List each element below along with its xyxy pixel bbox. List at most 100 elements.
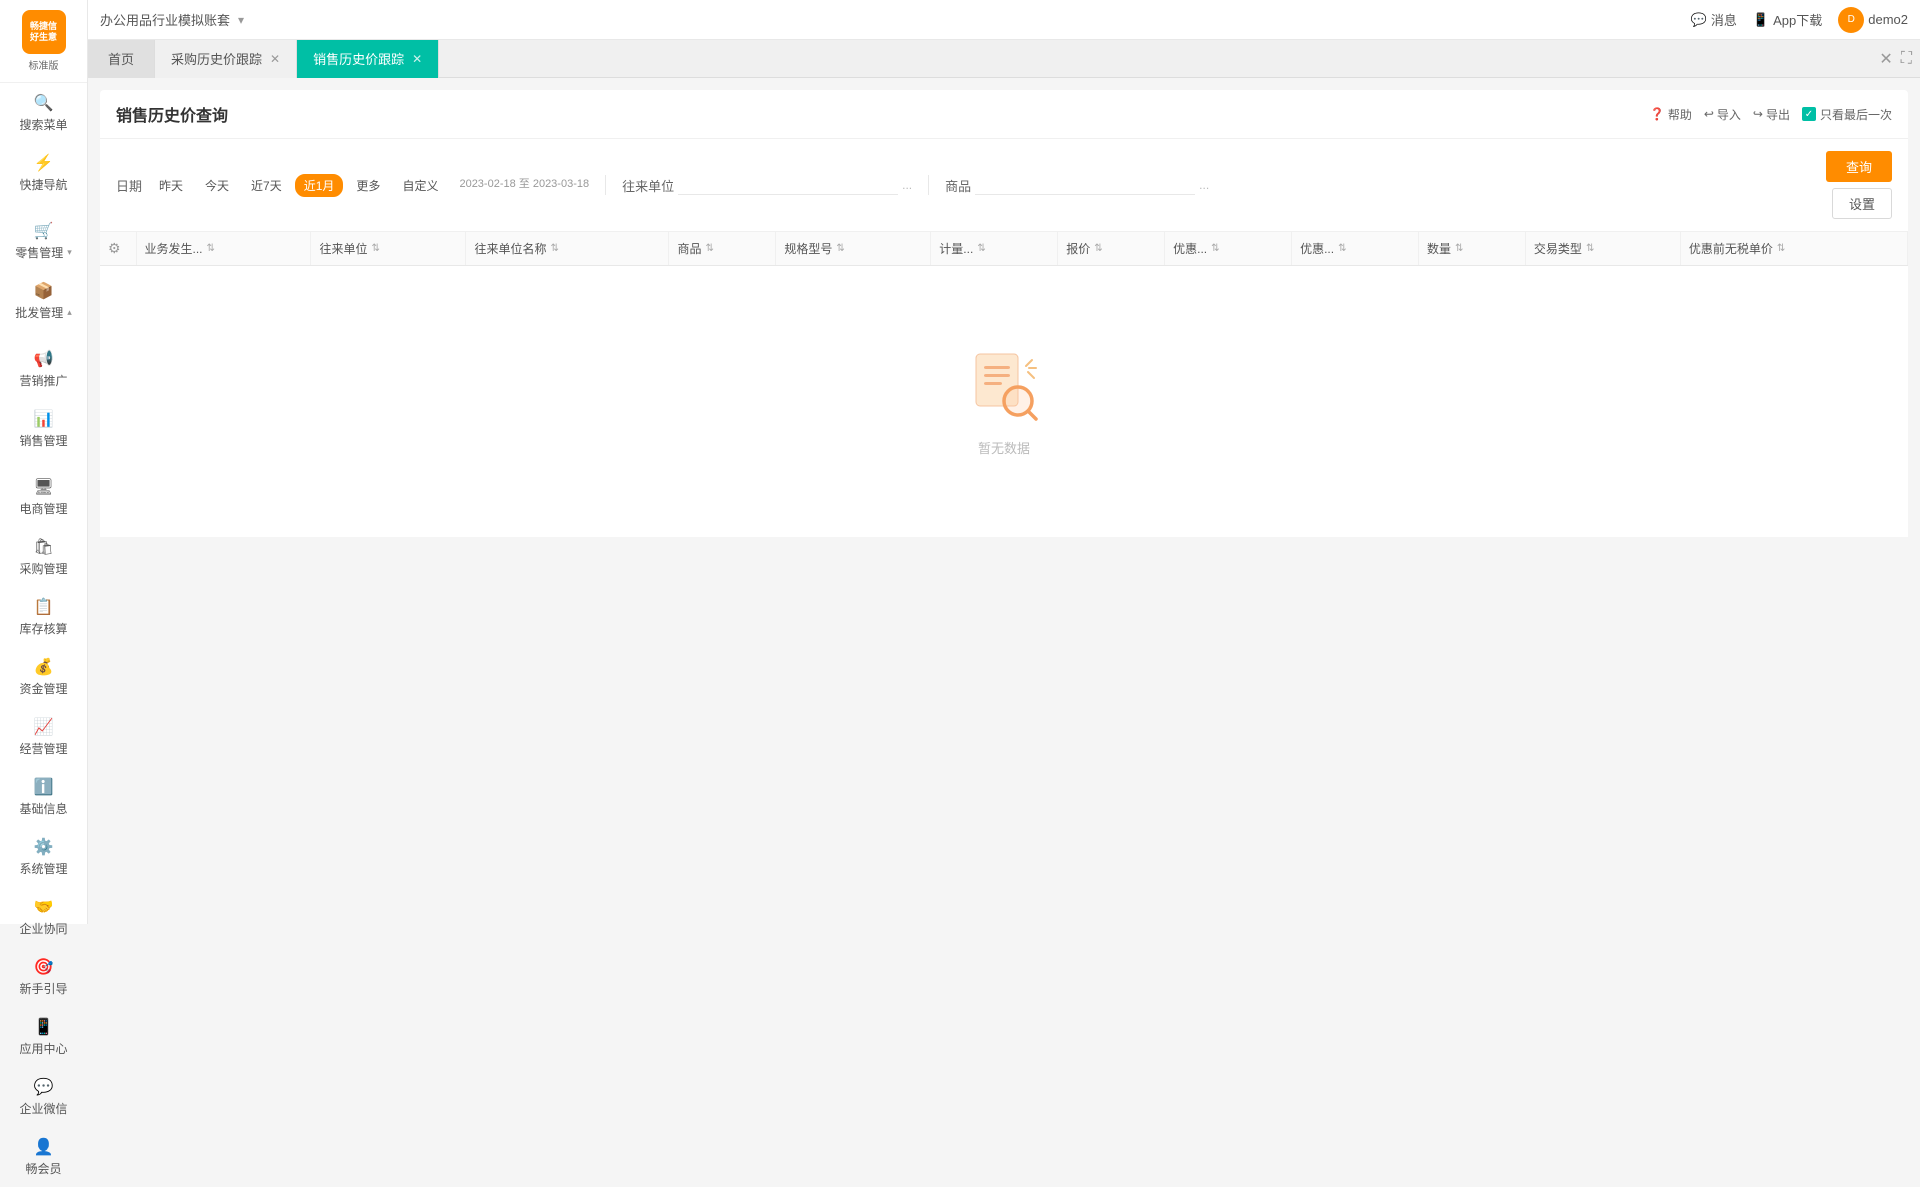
sidebar-item-label: 畅会员 [25, 1160, 61, 1177]
tabbar-actions: ✕ ⛶ [1871, 49, 1920, 69]
only-last-checkbox[interactable]: ✓ 只看最后一次 [1802, 106, 1892, 123]
col-partner-code[interactable]: 往来单位⇅ [311, 232, 466, 266]
filter-separator-2 [928, 175, 929, 195]
date-btn-today[interactable]: 今天 [196, 174, 238, 197]
wechat-icon: 💬 [34, 1077, 54, 1097]
empty-text: 暂无数据 [978, 438, 1030, 457]
sort-icon: ⇅ [705, 243, 713, 254]
table-header: ⚙ 业务发生...⇅ 往来单位⇅ 往来单位名称⇅ 商品⇅ [100, 232, 1908, 266]
sort-icon: ⇅ [977, 243, 985, 254]
date-range-display: 2023-02-18 至 2023-03-18 [459, 177, 589, 192]
topbar-right: 💬 消息 📱 App下载 D demo2 [1691, 7, 1908, 33]
import-button[interactable]: ↩ 导入 [1704, 106, 1741, 123]
sidebar-item-shortcut[interactable]: ⚡ 快捷导航 [0, 143, 87, 203]
date-btn-7days[interactable]: 近7天 [242, 174, 291, 197]
marketing-icon: 📢 [34, 349, 54, 369]
sidebar-item-search[interactable]: 🔍 搜索菜单 [0, 83, 87, 143]
sidebar-item-label: 经营管理 [19, 740, 67, 757]
sidebar-item-inventory[interactable]: 📋 库存核算 [0, 587, 87, 647]
topbar-message[interactable]: 💬 消息 [1691, 10, 1737, 29]
topbar-dropdown-icon[interactable]: ▾ [238, 13, 244, 27]
topbar: 办公用品行业模拟账套 ▾ 💬 消息 📱 App下载 D demo2 [88, 0, 1920, 40]
sidebar-item-label: 库存核算 [19, 620, 67, 637]
tab-purchase-close[interactable]: ✕ [270, 52, 280, 66]
query-button[interactable]: 查询 [1826, 151, 1892, 182]
sidebar-item-label: 批发管理▴ [15, 304, 72, 321]
partner-filter-input[interactable] [678, 175, 898, 195]
date-btn-custom[interactable]: 自定义 [393, 174, 447, 197]
tab-sales-close[interactable]: ✕ [412, 52, 422, 66]
date-range-text: 2023-02-18 至 2023-03-18 [459, 177, 589, 192]
sidebar-item-sales-mgmt[interactable]: 📊 销售管理 [0, 399, 87, 459]
topbar-title: 办公用品行业模拟账套 [100, 10, 230, 29]
date-btn-group: 昨天 今天 近7天 近1月 更多 自定义 [150, 174, 447, 197]
col-pretax-price[interactable]: 优惠前无税单价⇅ [1680, 232, 1907, 266]
filter-btn-group: 查询 设置 [1826, 151, 1892, 219]
sidebar-item-appstore[interactable]: 📱 应用中心 [0, 1007, 87, 1067]
purchase-icon: 🛍 [33, 537, 53, 557]
tab-purchase-label: 采购历史价跟踪 [171, 49, 262, 68]
sidebar-item-member[interactable]: 👤 畅会员 [0, 1127, 87, 1187]
sidebar-item-label: 销售管理 [19, 432, 67, 449]
logo-subtext: 标准版 [29, 57, 59, 72]
export-button[interactable]: ↪ 导出 [1753, 106, 1790, 123]
col-goods[interactable]: 商品⇅ [669, 232, 776, 266]
gear-icon[interactable]: ⚙ [108, 240, 121, 256]
sidebar-item-marketing[interactable]: 📢 营销推广 [0, 339, 87, 399]
col-price[interactable]: 报价⇅ [1058, 232, 1165, 266]
sidebar-item-label: 应用中心 [19, 1040, 67, 1057]
sidebar-item-label: 电商管理 [19, 500, 67, 517]
col-gear: ⚙ [100, 232, 136, 266]
sidebar-item-label: 采购管理 [19, 560, 67, 577]
topbar-app-download[interactable]: 📱 App下载 [1753, 10, 1822, 29]
newbie-icon: 🎯 [34, 957, 54, 977]
sidebar-item-newbie[interactable]: 🎯 新手引导 [0, 947, 87, 1007]
col-unit[interactable]: 计量...⇅ [931, 232, 1058, 266]
col-discount2[interactable]: 优惠...⇅ [1292, 232, 1419, 266]
sidebar-item-ecommerce[interactable]: 🖥 电商管理 [0, 467, 87, 527]
import-icon: ↩ [1704, 107, 1714, 121]
date-btn-yesterday[interactable]: 昨天 [150, 174, 192, 197]
goods-filter-input[interactable] [975, 175, 1195, 195]
sidebar-item-system[interactable]: ⚙️ 系统管理 [0, 827, 87, 887]
close-window-button[interactable]: ✕ [1879, 49, 1892, 69]
tab-sales-history[interactable]: 销售历史价跟踪 ✕ [297, 40, 439, 78]
sidebar-item-purchase[interactable]: 🛍 采购管理 [0, 527, 87, 587]
sidebar-item-operations[interactable]: 📈 经营管理 [0, 707, 87, 767]
topbar-user[interactable]: D demo2 [1838, 7, 1908, 33]
col-trade-type[interactable]: 交易类型⇅ [1525, 232, 1680, 266]
tab-purchase-history[interactable]: 采购历史价跟踪 ✕ [155, 40, 297, 78]
only-last-label: 只看最后一次 [1820, 106, 1892, 123]
col-partner-name[interactable]: 往来单位名称⇅ [466, 232, 669, 266]
sidebar-item-basic[interactable]: ℹ️ 基础信息 [0, 767, 87, 827]
sidebar-item-finance[interactable]: 💰 资金管理 [0, 647, 87, 707]
col-biz-date[interactable]: 业务发生...⇅ [136, 232, 311, 266]
sort-icon: ⇅ [207, 243, 215, 254]
maximize-button[interactable]: ⛶ [1901, 50, 1912, 68]
avatar: D [1838, 7, 1864, 33]
filter-area: 日期 昨天 今天 近7天 近1月 更多 自定义 2023-02-18 至 202… [100, 139, 1908, 232]
help-button[interactable]: ❓ 帮助 [1650, 106, 1692, 123]
data-table: ⚙ 业务发生...⇅ 往来单位⇅ 往来单位名称⇅ 商品⇅ [100, 232, 1908, 266]
sidebar-item-enterprise[interactable]: 🤝 企业协同 [0, 887, 87, 947]
settings-button[interactable]: 设置 [1832, 188, 1892, 219]
col-spec[interactable]: 规格型号⇅ [776, 232, 931, 266]
sidebar-item-wechat[interactable]: 💬 企业微信 [0, 1067, 87, 1127]
page-header: 销售历史价查询 ❓ 帮助 ↩ 导入 ↪ 导出 ✓ 只看最后一次 [100, 90, 1908, 139]
date-btn-more[interactable]: 更多 [347, 174, 389, 197]
goods-filter-group: 商品 ... [945, 175, 1209, 195]
goods-filter-label: 商品 [945, 176, 971, 195]
col-qty[interactable]: 数量⇅ [1419, 232, 1526, 266]
logo-icon: 畅捷信好生意 [22, 10, 66, 54]
sidebar-item-retail[interactable]: 🛒 零售管理▾ [0, 211, 87, 271]
tab-home[interactable]: 首页 [88, 40, 155, 78]
wholesale-icon: 📦 [34, 281, 54, 301]
operations-icon: 📈 [34, 717, 54, 737]
sort-icon: ⇅ [836, 243, 844, 254]
tabbar: 首页 采购历史价跟踪 ✕ 销售历史价跟踪 ✕ ✕ ⛶ [88, 40, 1920, 78]
date-btn-1month[interactable]: 近1月 [295, 174, 344, 197]
member-icon: 👤 [34, 1137, 54, 1157]
col-discount1[interactable]: 优惠...⇅ [1165, 232, 1292, 266]
shortcut-icon: ⚡ [34, 153, 54, 173]
sidebar-item-wholesale[interactable]: 📦 批发管理▴ [0, 271, 87, 331]
